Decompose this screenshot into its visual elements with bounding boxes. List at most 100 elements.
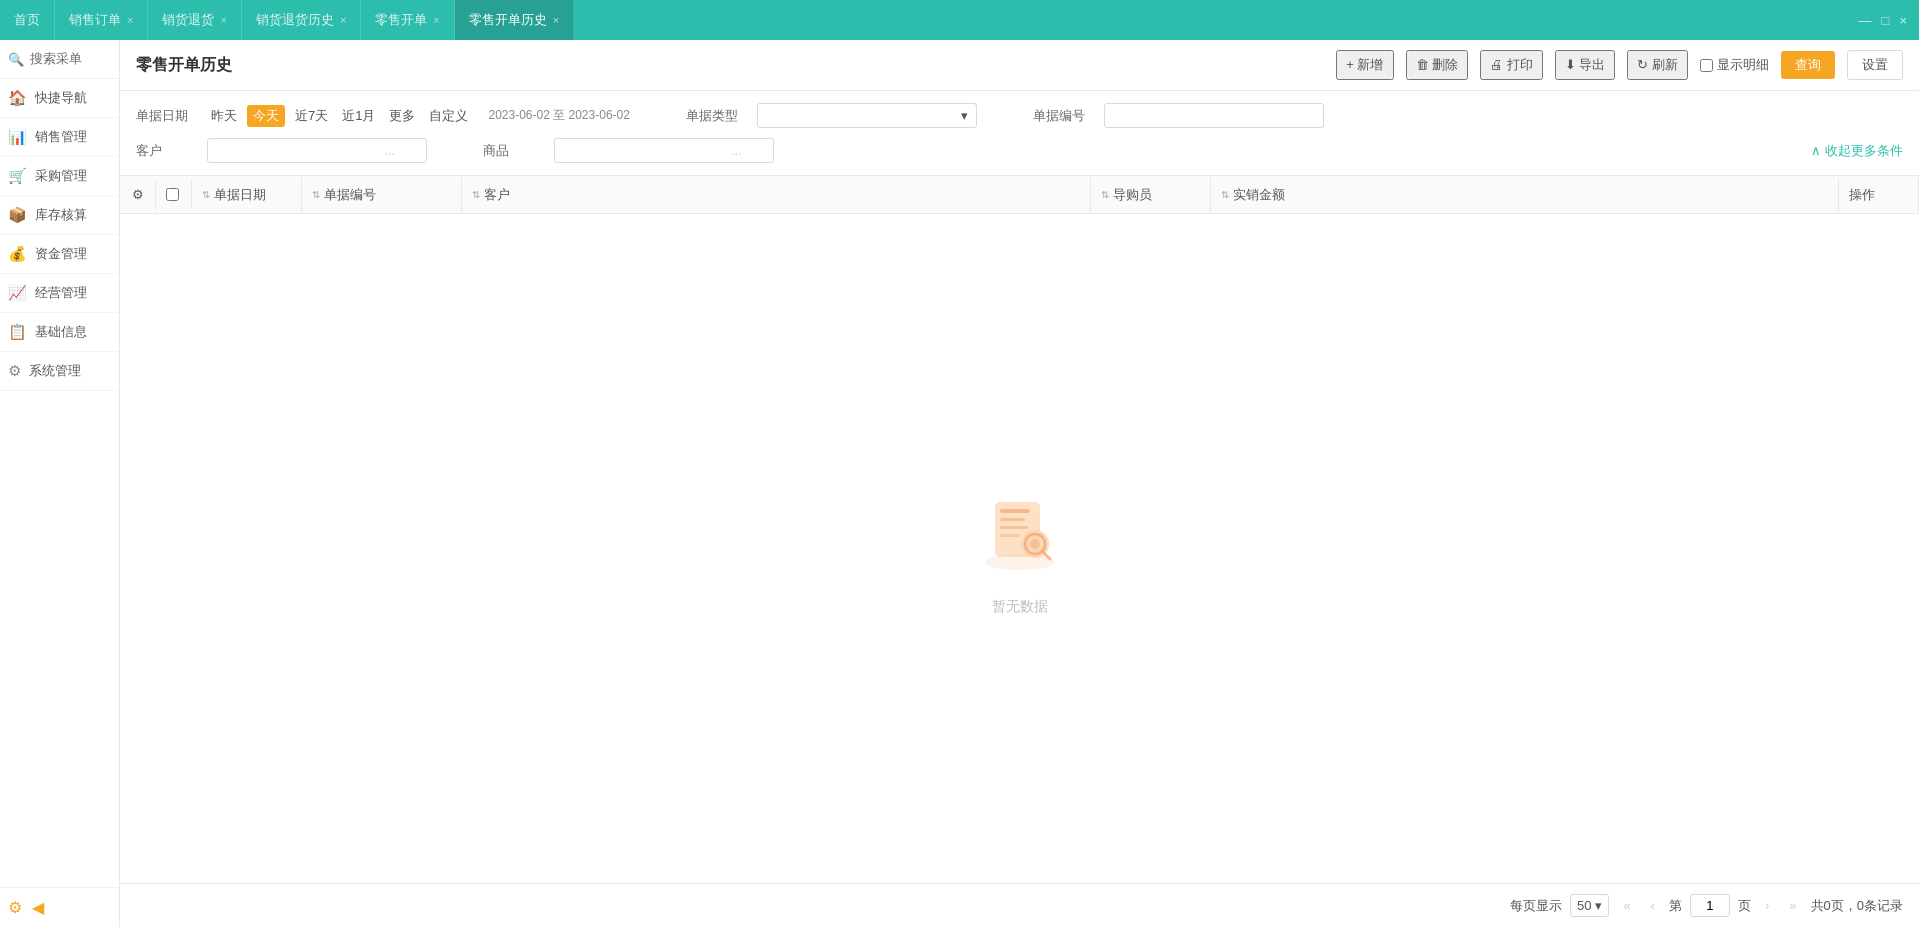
th-customer[interactable]: ⇅ 客户 — [462, 178, 1091, 212]
window-close[interactable]: × — [1899, 13, 1907, 28]
sort-icon-customer: ⇅ — [472, 189, 480, 200]
main-layout: 🔍 搜索采单 🏠 快捷导航 📊 销售管理 🛒 采购管理 📦 库存核算 💰 资金管… — [0, 40, 1919, 927]
sidebar-item-sys-mgmt-label: 系统管理 — [29, 362, 81, 380]
collapse-button[interactable]: ∧ 收起更多条件 — [1811, 142, 1903, 160]
date-opt-more[interactable]: 更多 — [385, 105, 419, 127]
collapse-label: 收起更多条件 — [1825, 142, 1903, 160]
bill-no-field[interactable] — [1113, 108, 1281, 123]
bill-no-input[interactable] — [1104, 103, 1324, 128]
tab-sales-order-label: 销售订单 — [69, 11, 121, 29]
window-max[interactable]: □ — [1882, 13, 1890, 28]
tab-sales-order[interactable]: 销售订单 × — [55, 0, 148, 40]
base-info-icon: 📋 — [8, 323, 27, 341]
page-title: 零售开单历史 — [136, 55, 232, 76]
content-area: 零售开单历史 + 新增 🗑 删除 🖨 打印 ⬇ 导出 ↻ 刷新 显示明细 查询 … — [120, 40, 1919, 927]
collapse-sidebar-icon[interactable]: ◀ — [32, 898, 44, 917]
filter-row-customer: 客户 ... 商品 ... ∧ 收起更多条件 — [136, 138, 1903, 163]
collapse-icon: ∧ — [1811, 143, 1821, 158]
tab-sales-return[interactable]: 销货退货 × — [148, 0, 241, 40]
customer-input[interactable]: ... — [207, 138, 427, 163]
settings-col-icon: ⚙ — [132, 187, 144, 202]
select-all-checkbox[interactable] — [166, 188, 179, 201]
date-filter-label: 单据日期 — [136, 107, 191, 125]
settings-icon[interactable]: ⚙ — [8, 898, 22, 917]
sort-icon-date: ⇅ — [202, 189, 210, 200]
page-size-label: 每页显示 — [1510, 897, 1562, 915]
page-header: 零售开单历史 + 新增 🗑 删除 🖨 打印 ⬇ 导出 ↻ 刷新 显示明细 查询 … — [120, 40, 1919, 91]
th-amount[interactable]: ⇅ 实销金额 — [1211, 178, 1840, 212]
sidebar-item-quick-nav-label: 快捷导航 — [35, 89, 87, 107]
first-page-btn[interactable]: « — [1617, 895, 1636, 916]
top-bar: 首页 销售订单 × 销货退货 × 销货退货历史 × 零售开单 × 零售开单历史 … — [0, 0, 1919, 40]
sidebar-item-inventory[interactable]: 📦 库存核算 — [0, 196, 119, 235]
sidebar-item-quick-nav[interactable]: 🏠 快捷导航 — [0, 79, 119, 118]
prev-page-btn[interactable]: ‹ — [1645, 895, 1661, 916]
tab-home-label: 首页 — [14, 11, 40, 29]
sidebar-item-finance[interactable]: 💰 资金管理 — [0, 235, 119, 274]
finance-icon: 💰 — [8, 245, 27, 263]
settings-button[interactable]: 设置 — [1847, 50, 1903, 80]
tab-retail-open-history-close[interactable]: × — [553, 14, 559, 26]
sidebar-item-base-info[interactable]: 📋 基础信息 — [0, 313, 119, 352]
date-opt-last7[interactable]: 近7天 — [291, 105, 332, 127]
customer-label: 客户 — [136, 142, 191, 160]
sidebar-search[interactable]: 🔍 搜索采单 — [0, 40, 119, 79]
last-page-btn[interactable]: » — [1783, 895, 1802, 916]
tab-home[interactable]: 首页 — [0, 0, 55, 40]
delete-button[interactable]: 🗑 删除 — [1406, 50, 1469, 80]
next-page-btn[interactable]: › — [1759, 895, 1775, 916]
sort-icon-billno: ⇅ — [312, 189, 320, 200]
th-settings[interactable]: ⚙ — [120, 179, 156, 210]
quick-nav-icon: 🏠 — [8, 89, 27, 107]
page-size-select[interactable]: 50 ▾ — [1570, 894, 1609, 917]
th-date[interactable]: ⇅ 单据日期 — [192, 178, 302, 212]
table-header: ⚙ ⇅ 单据日期 ⇅ 单据编号 ⇅ 客户 ⇅ — [120, 176, 1919, 214]
display-checkbox[interactable] — [1700, 59, 1713, 72]
sort-icon-amount: ⇅ — [1221, 189, 1229, 200]
sidebar-bottom: ⚙ ◀ — [0, 887, 119, 927]
tab-sales-return-history-label: 销货退货历史 — [256, 11, 334, 29]
print-button[interactable]: 🖨 打印 — [1480, 50, 1543, 80]
goods-input[interactable]: ... — [554, 138, 774, 163]
table-area: ⚙ ⇅ 单据日期 ⇅ 单据编号 ⇅ 客户 ⇅ — [120, 176, 1919, 927]
th-bill-no[interactable]: ⇅ 单据编号 — [302, 178, 462, 212]
export-button[interactable]: ⬇ 导出 — [1555, 50, 1616, 80]
bill-type-select[interactable]: ▾ — [757, 103, 977, 128]
sidebar-item-purchase-mgmt[interactable]: 🛒 采购管理 — [0, 157, 119, 196]
page-number-input[interactable] — [1690, 894, 1730, 917]
th-checkbox[interactable] — [156, 180, 192, 209]
th-date-label: 单据日期 — [214, 186, 266, 204]
bill-type-dropdown-icon: ▾ — [961, 108, 968, 123]
th-guide[interactable]: ⇅ 导购员 — [1091, 178, 1211, 212]
sidebar-search-label: 搜索采单 — [30, 50, 82, 68]
th-guide-label: 导购员 — [1113, 186, 1152, 204]
date-opt-yesterday[interactable]: 昨天 — [207, 105, 241, 127]
display-label: 显示明细 — [1717, 56, 1769, 74]
th-amount-label: 实销金额 — [1233, 186, 1285, 204]
add-button[interactable]: + 新增 — [1336, 50, 1393, 80]
tab-retail-open-history[interactable]: 零售开单历史 × — [455, 0, 574, 40]
tab-retail-open[interactable]: 零售开单 × — [361, 0, 454, 40]
customer-field[interactable] — [216, 143, 384, 158]
page-word: 页 — [1738, 897, 1751, 915]
tab-sales-order-close[interactable]: × — [127, 14, 133, 26]
refresh-button[interactable]: ↻ 刷新 — [1627, 50, 1688, 80]
window-min[interactable]: — — [1859, 13, 1872, 28]
sidebar-item-operations[interactable]: 📈 经营管理 — [0, 274, 119, 313]
date-options: 昨天 今天 近7天 近1月 更多 自定义 — [207, 105, 472, 127]
svg-rect-4 — [1000, 526, 1028, 529]
tab-sales-return-history[interactable]: 销货退货历史 × — [242, 0, 361, 40]
date-opt-custom[interactable]: 自定义 — [425, 105, 472, 127]
svg-point-9 — [1030, 539, 1040, 549]
top-tabs: 首页 销售订单 × 销货退货 × 销货退货历史 × 零售开单 × 零售开单历史 … — [0, 0, 1847, 40]
query-button[interactable]: 查询 — [1781, 51, 1835, 79]
tab-retail-open-close[interactable]: × — [433, 14, 439, 26]
sidebar-item-sales-mgmt[interactable]: 📊 销售管理 — [0, 118, 119, 157]
display-option[interactable]: 显示明细 — [1700, 56, 1769, 74]
tab-sales-return-close[interactable]: × — [220, 14, 226, 26]
sidebar-item-sys-mgmt[interactable]: ⚙ 系统管理 — [0, 352, 119, 391]
tab-sales-return-history-close[interactable]: × — [340, 14, 346, 26]
goods-field[interactable] — [563, 143, 731, 158]
date-opt-today[interactable]: 今天 — [247, 105, 285, 127]
date-opt-last1m[interactable]: 近1月 — [338, 105, 379, 127]
